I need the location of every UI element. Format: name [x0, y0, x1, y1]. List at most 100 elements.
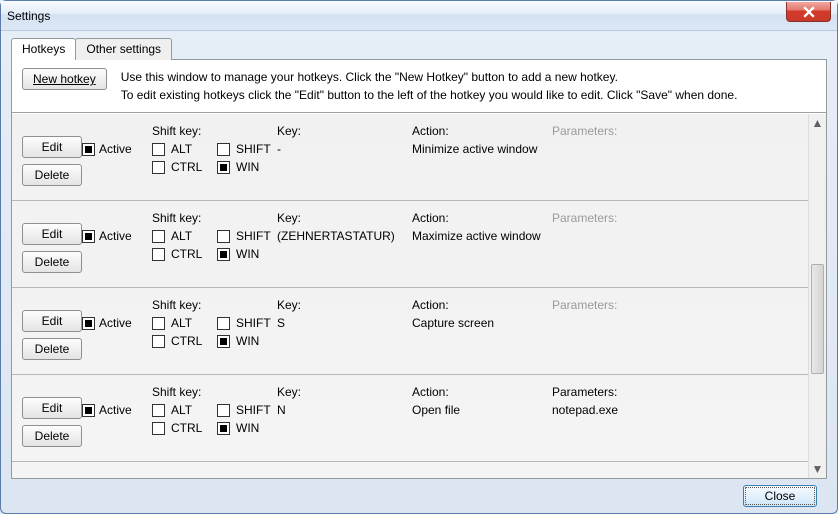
checkbox[interactable]: [217, 317, 230, 330]
footer: Close: [11, 479, 827, 507]
scroll-up-arrow-icon[interactable]: ▲: [809, 114, 826, 132]
checkbox[interactable]: [152, 161, 165, 174]
delete-button[interactable]: Delete: [22, 425, 82, 447]
delete-button[interactable]: Delete: [22, 251, 82, 273]
checkbox[interactable]: [82, 143, 95, 156]
shift-col-1: Shift key: ALT CTRL: [152, 124, 217, 178]
scroll-down-arrow-icon[interactable]: ▼: [809, 460, 826, 478]
shift-label: SHIFT: [236, 316, 271, 330]
active-col: Active: [82, 124, 152, 156]
action-value: Maximize active window: [412, 229, 552, 243]
alt-label: ALT: [171, 142, 192, 156]
edit-button[interactable]: Edit: [22, 136, 82, 158]
alt-label: ALT: [171, 316, 192, 330]
checkbox[interactable]: [152, 317, 165, 330]
key-col: Key: S: [277, 298, 412, 330]
shift-key-header: Shift key:: [152, 211, 217, 225]
titlebar: Settings: [1, 1, 837, 31]
active-col: Active: [82, 385, 152, 417]
alt-label: ALT: [171, 403, 192, 417]
active-label: Active: [99, 403, 132, 417]
hotkey-list-container: Edit Delete Active Shift key: ALT CTRL S…: [12, 113, 826, 478]
scroll-thumb[interactable]: [811, 264, 824, 374]
checkbox[interactable]: [152, 422, 165, 435]
param-col: Parameters:: [552, 211, 798, 229]
checkbox[interactable]: [217, 422, 230, 435]
window-close-button[interactable]: [786, 2, 831, 22]
checkbox[interactable]: [152, 143, 165, 156]
edit-button[interactable]: Edit: [22, 397, 82, 419]
row-buttons: Edit Delete: [22, 124, 82, 186]
win-label: WIN: [236, 160, 259, 174]
scrollbar[interactable]: ▲ ▼: [808, 114, 826, 478]
edit-button[interactable]: Edit: [22, 310, 82, 332]
ctrl-label: CTRL: [171, 421, 202, 435]
ctrl-label: CTRL: [171, 160, 202, 174]
checkbox[interactable]: [217, 335, 230, 348]
action-header: Action:: [412, 385, 552, 399]
checkbox[interactable]: [82, 317, 95, 330]
action-col: Action: Open file: [412, 385, 552, 417]
help-line-1: Use this window to manage your hotkeys. …: [121, 68, 738, 86]
checkbox[interactable]: [217, 143, 230, 156]
alt-label: ALT: [171, 229, 192, 243]
shift-col-2: SHIFT WIN: [217, 298, 277, 352]
checkbox[interactable]: [152, 404, 165, 417]
tab-other-settings[interactable]: Other settings: [75, 38, 172, 60]
shift-label: SHIFT: [236, 142, 271, 156]
hotkey-row: Edit Delete Active Shift key: ALT CTRL S…: [12, 288, 808, 375]
shift-key-header: Shift key:: [152, 385, 217, 399]
shift-key-header: Shift key:: [152, 124, 217, 138]
delete-button[interactable]: Delete: [22, 338, 82, 360]
tabpanel: New hotkey Use this window to manage you…: [11, 59, 827, 479]
close-icon: [803, 6, 815, 18]
checkbox[interactable]: [217, 230, 230, 243]
hotkey-row: Edit Delete Active Shift key: ALT CTRL S…: [12, 375, 808, 462]
param-col: Parameters: notepad.exe: [552, 385, 798, 417]
active-col: Active: [82, 211, 152, 243]
action-header: Action:: [412, 298, 552, 312]
ctrl-label: CTRL: [171, 334, 202, 348]
checkbox[interactable]: [152, 335, 165, 348]
parameters-header: Parameters:: [552, 385, 798, 399]
checkbox[interactable]: [82, 230, 95, 243]
key-header: Key:: [277, 298, 412, 312]
checkbox[interactable]: [152, 230, 165, 243]
action-value: Open file: [412, 403, 552, 417]
new-hotkey-button[interactable]: New hotkey: [22, 68, 107, 90]
parameters-header: Parameters:: [552, 298, 798, 312]
action-value: Capture screen: [412, 316, 552, 330]
checkbox[interactable]: [152, 248, 165, 261]
active-col: Active: [82, 298, 152, 330]
checkbox[interactable]: [217, 161, 230, 174]
shift-col-1: Shift key: ALT CTRL: [152, 211, 217, 265]
action-header: Action:: [412, 211, 552, 225]
key-col: Key: (ZEHNERTASTATUR): [277, 211, 412, 243]
parameters-value: notepad.exe: [552, 403, 798, 417]
checkbox[interactable]: [217, 248, 230, 261]
key-header: Key:: [277, 385, 412, 399]
action-col: Action: Capture screen: [412, 298, 552, 330]
ctrl-label: CTRL: [171, 247, 202, 261]
row-buttons: Edit Delete: [22, 385, 82, 447]
key-value: -: [277, 142, 412, 156]
edit-button[interactable]: Edit: [22, 223, 82, 245]
param-col: Parameters:: [552, 124, 798, 142]
tab-hotkeys[interactable]: Hotkeys: [11, 38, 76, 60]
key-header: Key:: [277, 211, 412, 225]
win-label: WIN: [236, 421, 259, 435]
key-value: (ZEHNERTASTATUR): [277, 229, 412, 243]
checkbox[interactable]: [82, 404, 95, 417]
parameters-header: Parameters:: [552, 124, 798, 138]
action-col: Action: Maximize active window: [412, 211, 552, 243]
active-label: Active: [99, 229, 132, 243]
header-row: New hotkey Use this window to manage you…: [12, 60, 826, 113]
delete-button[interactable]: Delete: [22, 164, 82, 186]
active-label: Active: [99, 316, 132, 330]
checkbox[interactable]: [217, 404, 230, 417]
row-buttons: Edit Delete: [22, 211, 82, 273]
close-button[interactable]: Close: [743, 485, 817, 507]
key-header: Key:: [277, 124, 412, 138]
win-label: WIN: [236, 334, 259, 348]
help-line-2: To edit existing hotkeys click the "Edit…: [121, 86, 738, 104]
